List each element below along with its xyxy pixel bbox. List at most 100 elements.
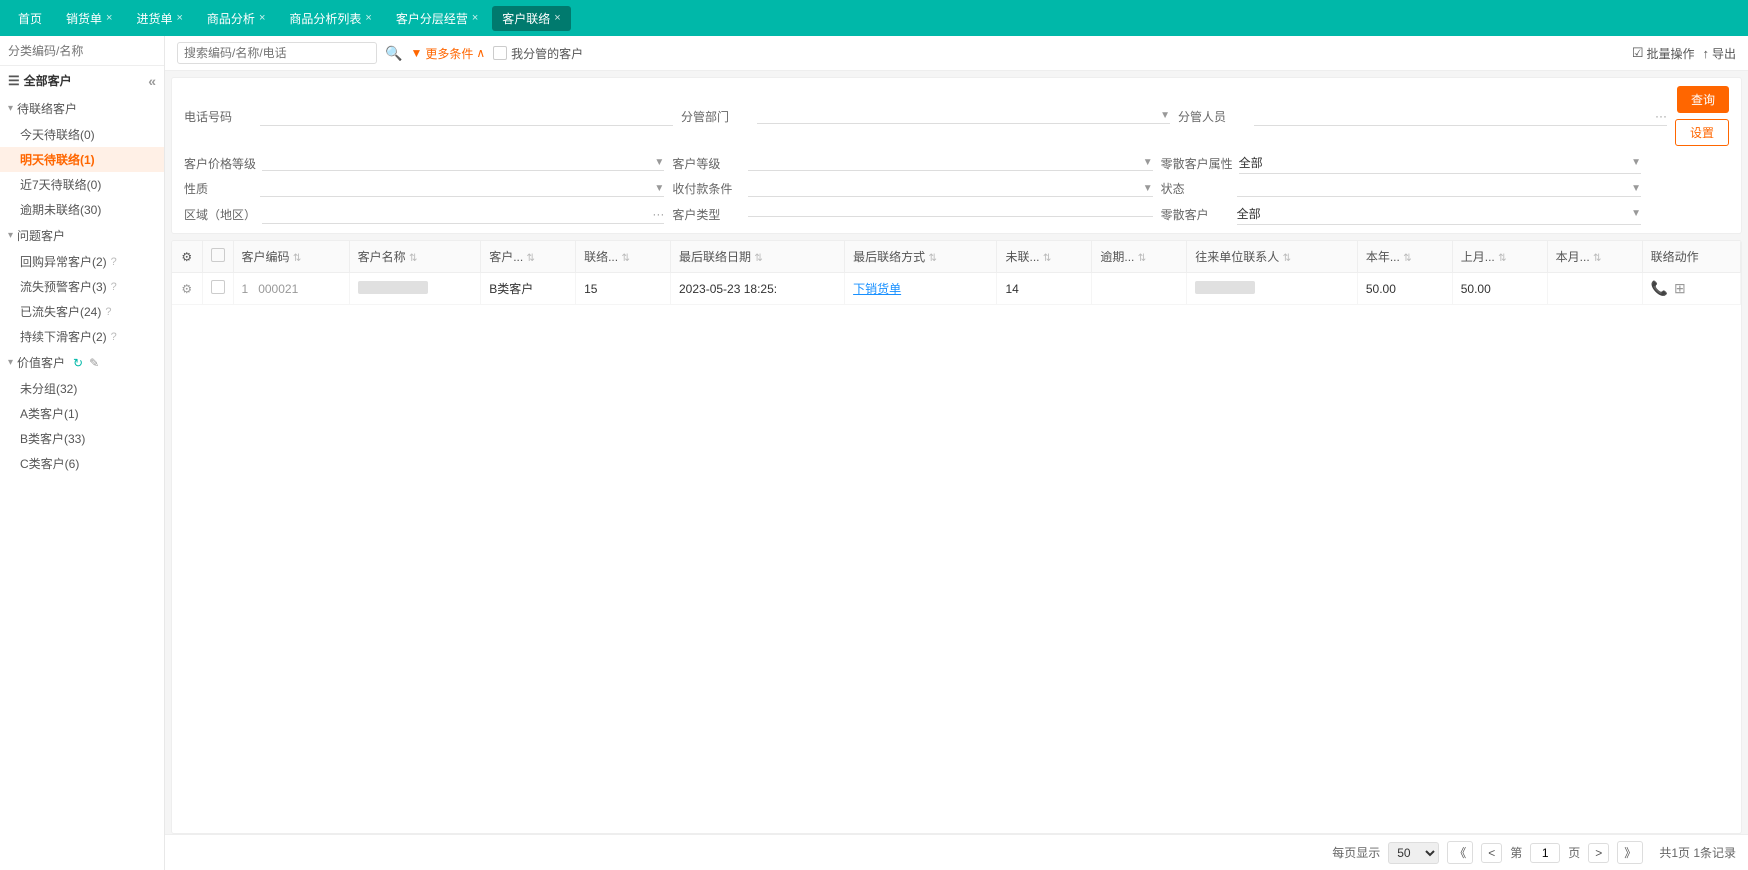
td-contact-person xyxy=(1187,273,1358,305)
sidebar-item-tomorrow[interactable]: 明天待联络(1) xyxy=(0,147,164,172)
export-button[interactable]: ↑ 导出 xyxy=(1702,45,1736,62)
nav-product-analysis-list-close[interactable]: × xyxy=(365,12,371,24)
sort-method-icon[interactable]: ⇅ xyxy=(928,253,936,264)
sidebar-item-churn-warning[interactable]: 流失预警客户(3) ? xyxy=(0,274,164,299)
filter-nature-select[interactable]: ▼ xyxy=(260,181,664,197)
sort-name-icon[interactable]: ⇅ xyxy=(409,253,417,264)
sidebar-item-ungrouped[interactable]: 未分组(32) xyxy=(0,376,164,401)
region-more-icon[interactable]: ··· xyxy=(652,207,664,221)
content-area: 🔍 ▼ 更多条件 ∧ 我分管的客户 ☑ 批量操作 ↑ 导出 xyxy=(165,36,1748,870)
per-page-select[interactable]: 50 100 200 xyxy=(1388,842,1439,864)
th-check[interactable] xyxy=(202,241,233,273)
td-gear[interactable]: ⚙ xyxy=(172,273,202,305)
sidebar-item-class-a[interactable]: A类客户(1) xyxy=(0,401,164,426)
more-conditions-btn[interactable]: ▼ 更多条件 ∧ xyxy=(410,45,485,62)
filter-manager-label: 分管人员 xyxy=(1178,108,1248,125)
filter-phone-input[interactable] xyxy=(260,107,673,126)
filter-status-select[interactable]: ▼ xyxy=(1237,181,1641,197)
filter-retail-customer-select[interactable]: 全部 ▼ xyxy=(1237,203,1641,225)
sort-year-icon[interactable]: ⇅ xyxy=(1403,253,1411,264)
sidebar-search-input[interactable] xyxy=(8,44,163,58)
sidebar-item-7days[interactable]: 近7天待联络(0) xyxy=(0,172,164,197)
filter-customer-level-select[interactable]: ▼ xyxy=(748,155,1152,171)
sidebar-collapse-icon[interactable]: « xyxy=(148,73,156,89)
action-phone-icon[interactable]: 📞 xyxy=(1651,280,1668,297)
nav-customer-contact[interactable]: 客户联络 × xyxy=(492,6,570,31)
sort-last-month-icon[interactable]: ⇅ xyxy=(1498,253,1506,264)
nav-home[interactable]: 首页 xyxy=(8,6,52,31)
sidebar-item-today[interactable]: 今天待联络(0) xyxy=(0,122,164,147)
sidebar-item-repurchase-abnormal[interactable]: 回购异常客户(2) ? xyxy=(0,249,164,274)
filter-dept-select[interactable]: ▼ xyxy=(757,108,1170,124)
last-page-button[interactable]: 》 xyxy=(1617,841,1643,864)
sidebar-item-overdue[interactable]: 逾期未联络(30) xyxy=(0,197,164,222)
search-button[interactable]: 🔍 xyxy=(385,45,402,62)
group-pending-contact[interactable]: 待联络客户 xyxy=(0,95,164,122)
sidebar-item-class-b[interactable]: B类客户(33) xyxy=(0,426,164,451)
group-problem-customers[interactable]: 问题客户 xyxy=(0,222,164,249)
sort-date-icon[interactable]: ⇅ xyxy=(754,253,762,264)
sort-contact-icon[interactable]: ⇅ xyxy=(621,253,629,264)
th-customer-name[interactable]: 客户名称 ⇅ xyxy=(349,241,481,273)
nav-customer-contact-close[interactable]: × xyxy=(554,12,560,24)
td-customer-type: B类客户 xyxy=(481,273,576,305)
search-input-wrap xyxy=(177,42,377,64)
th-overdue[interactable]: 逾期... ⇅ xyxy=(1092,241,1187,273)
nav-customer-tier[interactable]: 客户分层经营 × xyxy=(386,6,488,31)
nav-product-analysis-close[interactable]: × xyxy=(259,12,265,24)
sort-code-icon[interactable]: ⇅ xyxy=(293,253,301,264)
th-this-month[interactable]: 本月... ⇅ xyxy=(1547,241,1642,273)
th-contact-count[interactable]: 联络... ⇅ xyxy=(576,241,671,273)
sidebar-item-class-c[interactable]: C类客户(6) xyxy=(0,451,164,476)
filter-manager-select[interactable]: ··· xyxy=(1254,107,1667,126)
page-input[interactable] xyxy=(1530,843,1560,863)
nav-sales-close[interactable]: × xyxy=(106,12,112,24)
sort-unlinked-icon[interactable]: ⇅ xyxy=(1043,253,1051,264)
td-this-month xyxy=(1547,273,1642,305)
batch-op-button[interactable]: ☑ 批量操作 xyxy=(1632,45,1695,62)
nav-sales[interactable]: 销货单 × xyxy=(56,6,122,31)
my-customers-checkbox[interactable]: 我分管的客户 xyxy=(493,45,583,62)
sidebar-item-churned[interactable]: 已流失客户(24) ? xyxy=(0,299,164,324)
first-page-button[interactable]: 《 xyxy=(1447,841,1473,864)
nav-product-analysis-list[interactable]: 商品分析列表 × xyxy=(279,6,381,31)
filter-customer-type-select[interactable] xyxy=(748,212,1152,217)
th-last-contact-method[interactable]: 最后联络方式 ⇅ xyxy=(845,241,997,273)
prev-page-button[interactable]: < xyxy=(1481,843,1502,863)
th-customer-type[interactable]: 客户... ⇅ xyxy=(481,241,576,273)
nav-customer-tier-close[interactable]: × xyxy=(472,12,478,24)
next-page-button[interactable]: > xyxy=(1588,843,1609,863)
action-grid-icon[interactable]: ⊞ xyxy=(1674,280,1686,297)
th-last-month[interactable]: 上月... ⇅ xyxy=(1452,241,1547,273)
th-last-contact-date[interactable]: 最后联络日期 ⇅ xyxy=(671,241,845,273)
td-last-contact-method[interactable]: 下销货单 xyxy=(845,273,997,305)
th-contact-person[interactable]: 往来单位联系人 ⇅ xyxy=(1187,241,1358,273)
row-checkbox[interactable] xyxy=(211,280,225,294)
sidebar-item-declining[interactable]: 持续下滑客户(2) ? xyxy=(0,324,164,349)
filter-payment-select[interactable]: ▼ xyxy=(748,181,1152,197)
sort-month-icon[interactable]: ⇅ xyxy=(1593,253,1601,264)
filter-retail-attr-select[interactable]: 全部 ▼ xyxy=(1239,152,1641,174)
th-unlinked-days[interactable]: 未联... ⇅ xyxy=(997,241,1092,273)
th-gear[interactable]: ⚙ xyxy=(172,241,202,273)
filter-price-tier-select[interactable]: ▼ xyxy=(262,155,664,171)
sort-person-icon[interactable]: ⇅ xyxy=(1283,253,1291,264)
help-icon-churn-warning: ? xyxy=(111,281,117,293)
search-input[interactable] xyxy=(184,46,370,60)
manager-more-icon[interactable]: ··· xyxy=(1655,109,1667,123)
nav-purchase[interactable]: 进货单 × xyxy=(126,6,192,31)
nav-purchase-close[interactable]: × xyxy=(176,12,182,24)
settings-button[interactable]: 设置 xyxy=(1675,119,1729,146)
th-customer-code[interactable]: 客户编码 ⇅ xyxy=(233,241,349,273)
sort-type-icon[interactable]: ⇅ xyxy=(527,253,535,264)
group-value-customers[interactable]: 价值客户 ↻ ✎ xyxy=(0,349,164,376)
td-check[interactable] xyxy=(202,273,233,305)
query-button[interactable]: 查询 xyxy=(1677,86,1729,113)
th-this-year[interactable]: 本年... ⇅ xyxy=(1357,241,1452,273)
filter-status-label: 状态 xyxy=(1161,180,1231,197)
filter-region-select[interactable]: ··· xyxy=(262,205,664,224)
all-customers-header[interactable]: ☰ 全部客户 « xyxy=(0,66,164,95)
sort-overdue-icon[interactable]: ⇅ xyxy=(1138,253,1146,264)
my-customers-check[interactable] xyxy=(493,46,507,60)
nav-product-analysis[interactable]: 商品分析 × xyxy=(197,6,275,31)
